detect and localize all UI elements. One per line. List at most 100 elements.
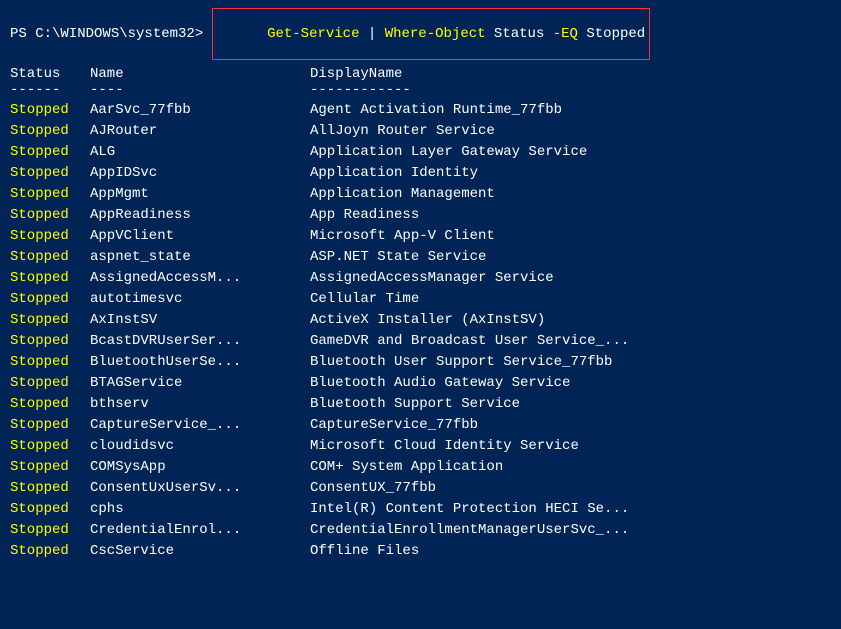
cell-status: Stopped bbox=[10, 205, 90, 226]
cell-status: Stopped bbox=[10, 352, 90, 373]
table-row: StoppedCscServiceOffline Files bbox=[10, 541, 831, 562]
cmd-status: Status bbox=[486, 26, 553, 42]
cell-name: CaptureService_... bbox=[90, 415, 310, 436]
cell-status: Stopped bbox=[10, 373, 90, 394]
header-displayname: DisplayName bbox=[310, 66, 831, 82]
table-row: StoppedcloudidsvcMicrosoft Cloud Identit… bbox=[10, 436, 831, 457]
cell-name: BTAGService bbox=[90, 373, 310, 394]
table-row: StoppedCredentialEnrol...CredentialEnrol… bbox=[10, 520, 831, 541]
terminal-window: PS C:\WINDOWS\system32> Get-Service | Wh… bbox=[10, 8, 831, 562]
cell-status: Stopped bbox=[10, 247, 90, 268]
cell-name: bthserv bbox=[90, 394, 310, 415]
cell-name: AssignedAccessM... bbox=[90, 268, 310, 289]
divider-displayname: ------------ bbox=[310, 82, 831, 98]
table-header-row: Status Name DisplayName bbox=[10, 66, 831, 82]
cell-name: AppVClient bbox=[90, 226, 310, 247]
output-table: Status Name DisplayName ------ ---- ----… bbox=[10, 66, 831, 562]
cell-name: AppReadiness bbox=[90, 205, 310, 226]
cell-displayname: AllJoyn Router Service bbox=[310, 121, 831, 142]
cell-name: AppMgmt bbox=[90, 184, 310, 205]
cell-name: aspnet_state bbox=[90, 247, 310, 268]
cell-status: Stopped bbox=[10, 289, 90, 310]
cell-displayname: Application Management bbox=[310, 184, 831, 205]
cell-name: AarSvc_77fbb bbox=[90, 100, 310, 121]
cell-displayname: ActiveX Installer (AxInstSV) bbox=[310, 310, 831, 331]
table-divider-row: ------ ---- ------------ bbox=[10, 82, 831, 98]
cell-displayname: Agent Activation Runtime_77fbb bbox=[310, 100, 831, 121]
prompt-line: PS C:\WINDOWS\system32> Get-Service | Wh… bbox=[10, 8, 831, 60]
table-body: StoppedAarSvc_77fbbAgent Activation Runt… bbox=[10, 100, 831, 562]
cell-status: Stopped bbox=[10, 436, 90, 457]
cell-status: Stopped bbox=[10, 226, 90, 247]
cell-name: BluetoothUserSe... bbox=[90, 352, 310, 373]
cell-status: Stopped bbox=[10, 268, 90, 289]
cell-status: Stopped bbox=[10, 478, 90, 499]
cell-displayname: Intel(R) Content Protection HECI Se... bbox=[310, 499, 831, 520]
cell-displayname: ASP.NET State Service bbox=[310, 247, 831, 268]
cell-status: Stopped bbox=[10, 541, 90, 562]
table-row: StoppedCOMSysAppCOM+ System Application bbox=[10, 457, 831, 478]
cmd-pipe: | bbox=[359, 26, 384, 42]
header-status: Status bbox=[10, 66, 90, 82]
cell-name: cphs bbox=[90, 499, 310, 520]
cell-status: Stopped bbox=[10, 394, 90, 415]
cell-name: autotimesvc bbox=[90, 289, 310, 310]
cell-name: COMSysApp bbox=[90, 457, 310, 478]
cmd-eq: -EQ bbox=[553, 26, 578, 42]
cell-displayname: ConsentUX_77fbb bbox=[310, 478, 831, 499]
cell-displayname: Microsoft App-V Client bbox=[310, 226, 831, 247]
table-row: StoppedAssignedAccessM...AssignedAccessM… bbox=[10, 268, 831, 289]
cell-displayname: AssignedAccessManager Service bbox=[310, 268, 831, 289]
cell-displayname: Cellular Time bbox=[310, 289, 831, 310]
cmd-where-object: Where-Object bbox=[385, 26, 486, 42]
table-row: StoppedAppReadinessApp Readiness bbox=[10, 205, 831, 226]
cell-name: AxInstSV bbox=[90, 310, 310, 331]
cell-displayname: Bluetooth User Support Service_77fbb bbox=[310, 352, 831, 373]
table-row: StoppedAppMgmtApplication Management bbox=[10, 184, 831, 205]
table-row: StoppedcphsIntel(R) Content Protection H… bbox=[10, 499, 831, 520]
cell-displayname: Offline Files bbox=[310, 541, 831, 562]
divider-name: ---- bbox=[90, 82, 310, 98]
table-row: StoppedAJRouterAllJoyn Router Service bbox=[10, 121, 831, 142]
cell-name: ConsentUxUserSv... bbox=[90, 478, 310, 499]
cell-displayname: Application Identity bbox=[310, 163, 831, 184]
cell-displayname: CredentialEnrollmentManagerUserSvc_... bbox=[310, 520, 831, 541]
cell-displayname: COM+ System Application bbox=[310, 457, 831, 478]
table-row: StoppedALGApplication Layer Gateway Serv… bbox=[10, 142, 831, 163]
cell-status: Stopped bbox=[10, 310, 90, 331]
table-row: StoppedAppIDSvcApplication Identity bbox=[10, 163, 831, 184]
cmd-get-service: Get-Service bbox=[267, 26, 359, 42]
cell-displayname: GameDVR and Broadcast User Service_... bbox=[310, 331, 831, 352]
table-row: StoppedautotimesvcCellular Time bbox=[10, 289, 831, 310]
divider-status: ------ bbox=[10, 82, 90, 98]
cell-status: Stopped bbox=[10, 499, 90, 520]
cell-displayname: Microsoft Cloud Identity Service bbox=[310, 436, 831, 457]
cell-status: Stopped bbox=[10, 121, 90, 142]
table-row: StoppedAppVClientMicrosoft App-V Client bbox=[10, 226, 831, 247]
header-name: Name bbox=[90, 66, 310, 82]
cell-status: Stopped bbox=[10, 100, 90, 121]
cell-status: Stopped bbox=[10, 184, 90, 205]
cell-status: Stopped bbox=[10, 163, 90, 184]
cell-name: BcastDVRUserSer... bbox=[90, 331, 310, 352]
cell-name: AppIDSvc bbox=[90, 163, 310, 184]
cell-displayname: CaptureService_77fbb bbox=[310, 415, 831, 436]
cell-status: Stopped bbox=[10, 415, 90, 436]
prompt-path: PS C:\WINDOWS\system32> bbox=[10, 26, 212, 42]
cell-name: CredentialEnrol... bbox=[90, 520, 310, 541]
cell-status: Stopped bbox=[10, 457, 90, 478]
table-row: StoppedAxInstSVActiveX Installer (AxInst… bbox=[10, 310, 831, 331]
table-row: StoppedBTAGServiceBluetooth Audio Gatewa… bbox=[10, 373, 831, 394]
cell-status: Stopped bbox=[10, 520, 90, 541]
cell-name: ALG bbox=[90, 142, 310, 163]
cell-status: Stopped bbox=[10, 142, 90, 163]
cell-displayname: App Readiness bbox=[310, 205, 831, 226]
table-row: StoppedBluetoothUserSe...Bluetooth User … bbox=[10, 352, 831, 373]
cell-name: AJRouter bbox=[90, 121, 310, 142]
table-row: StoppedbthservBluetooth Support Service bbox=[10, 394, 831, 415]
table-row: StoppedBcastDVRUserSer...GameDVR and Bro… bbox=[10, 331, 831, 352]
table-row: StoppedCaptureService_...CaptureService_… bbox=[10, 415, 831, 436]
cell-displayname: Application Layer Gateway Service bbox=[310, 142, 831, 163]
cell-status: Stopped bbox=[10, 331, 90, 352]
cell-name: CscService bbox=[90, 541, 310, 562]
